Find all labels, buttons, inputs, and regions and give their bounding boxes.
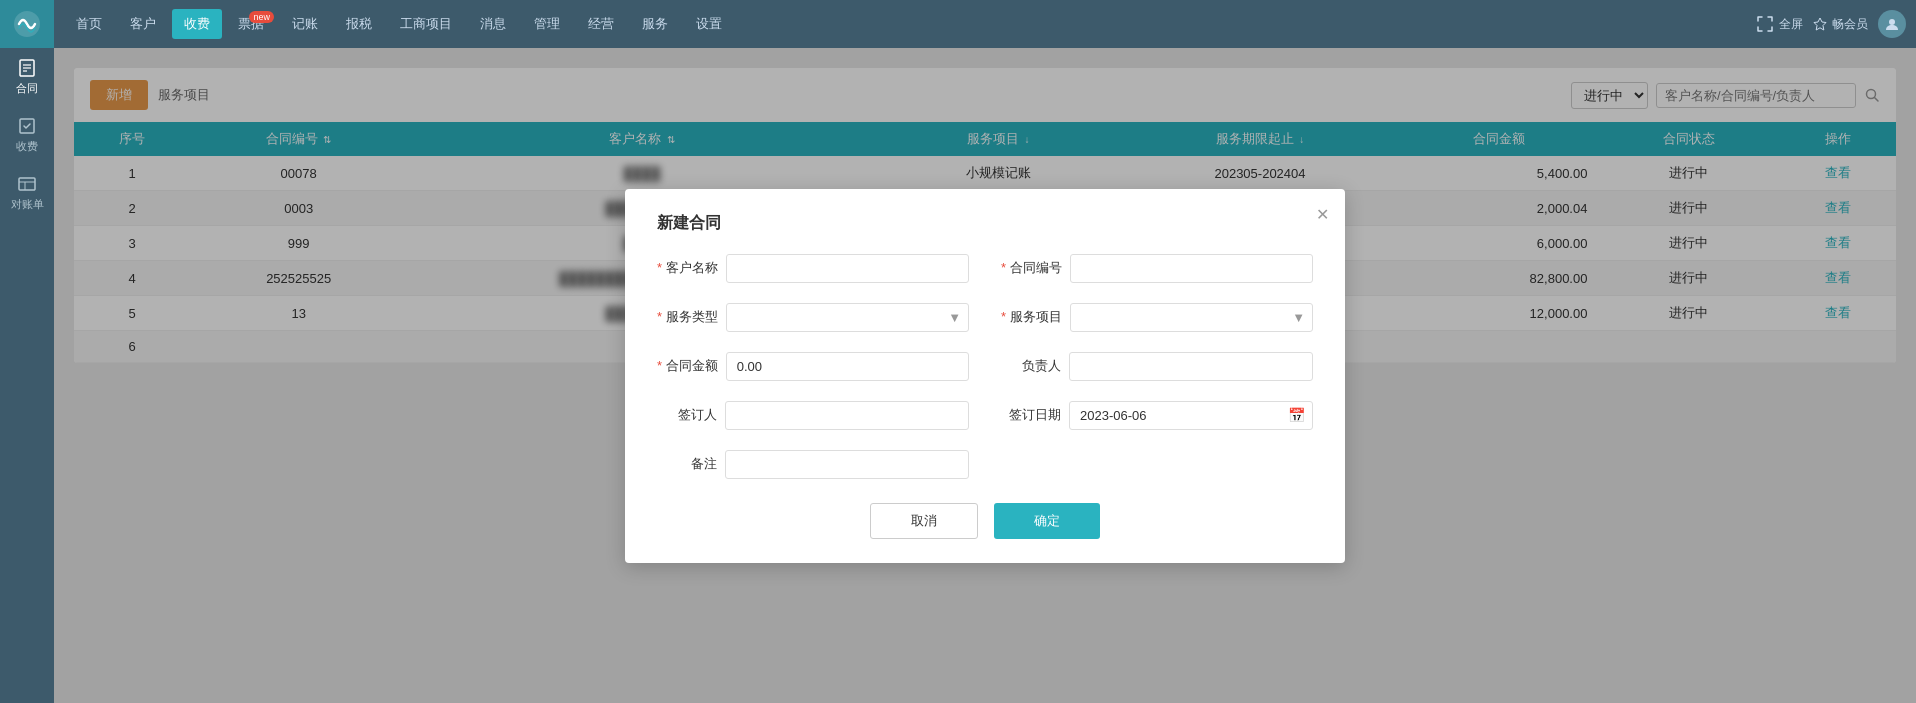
form-group-amount: 合同金额 bbox=[657, 352, 969, 381]
nav-customer[interactable]: 客户 bbox=[118, 9, 168, 39]
customer-label: 客户名称 bbox=[657, 259, 718, 277]
new-badge: new bbox=[249, 11, 274, 23]
modal-overlay: 新建合同 ✕ 客户名称 合同编号 服务类型 bbox=[54, 48, 1916, 703]
nav-business[interactable]: 工商项目 bbox=[388, 9, 464, 39]
service-type-select[interactable] bbox=[726, 303, 969, 332]
form-group-responsible: 负责人 bbox=[1001, 352, 1313, 381]
sign-date-label: 签订日期 bbox=[1001, 406, 1061, 424]
customer-input[interactable] bbox=[726, 254, 969, 283]
form-row-3: 合同金额 负责人 bbox=[657, 352, 1313, 381]
sign-date-input-wrap: 📅 bbox=[1069, 401, 1313, 430]
contract-amount-label: 合同金额 bbox=[657, 357, 718, 375]
nav-message[interactable]: 消息 bbox=[468, 9, 518, 39]
sidebar-item-statement[interactable]: 对账单 bbox=[0, 164, 54, 222]
form-group-signer: 签订人 bbox=[657, 401, 969, 430]
modal-title: 新建合同 bbox=[657, 213, 1313, 234]
app-logo[interactable] bbox=[0, 0, 54, 48]
sidebar-item-contract-label: 合同 bbox=[16, 81, 38, 96]
responsible-input[interactable] bbox=[1069, 352, 1313, 381]
fullscreen-btn[interactable]: 全屏 bbox=[1757, 16, 1802, 33]
form-row-5: 备注 bbox=[657, 450, 1313, 479]
sidebar-item-statement-label: 对账单 bbox=[11, 197, 44, 212]
cancel-button[interactable]: 取消 bbox=[870, 503, 978, 539]
nav-home[interactable]: 首页 bbox=[64, 9, 114, 39]
service-item-select[interactable] bbox=[1070, 303, 1313, 332]
contract-no-input[interactable] bbox=[1070, 254, 1313, 283]
main-area: 首页 客户 收费 票据 new 记账 报税 工商项目 消息 管理 经营 服务 设… bbox=[54, 0, 1916, 703]
svg-marker-9 bbox=[1814, 18, 1826, 30]
remark-label: 备注 bbox=[657, 455, 717, 473]
service-item-select-wrap: ▼ bbox=[1070, 303, 1313, 332]
nav-tax[interactable]: 报税 bbox=[334, 9, 384, 39]
nav-service[interactable]: 服务 bbox=[630, 9, 680, 39]
remark-input[interactable] bbox=[725, 450, 969, 479]
confirm-button[interactable]: 确定 bbox=[994, 503, 1100, 539]
new-contract-modal: 新建合同 ✕ 客户名称 合同编号 服务类型 bbox=[625, 189, 1345, 563]
sidebar: 合同 收费 对账单 bbox=[0, 0, 54, 703]
form-group-remark: 备注 bbox=[657, 450, 969, 479]
form-row-1: 客户名称 合同编号 bbox=[657, 254, 1313, 283]
form-group-contract-no: 合同编号 bbox=[1001, 254, 1313, 283]
contract-amount-input[interactable] bbox=[726, 352, 969, 381]
nav-billing[interactable]: 收费 bbox=[172, 9, 222, 39]
service-item-label: 服务项目 bbox=[1001, 308, 1062, 326]
nav-invoice[interactable]: 票据 new bbox=[226, 9, 276, 39]
sign-date-input[interactable] bbox=[1069, 401, 1313, 430]
form-group-sign-date: 签订日期 📅 bbox=[1001, 401, 1313, 430]
svg-rect-6 bbox=[19, 178, 35, 190]
signer-label: 签订人 bbox=[657, 406, 717, 424]
modal-close-button[interactable]: ✕ bbox=[1316, 205, 1329, 224]
form-group-service-type: 服务类型 ▼ bbox=[657, 303, 969, 332]
service-type-select-wrap: ▼ bbox=[726, 303, 969, 332]
nav-settings[interactable]: 设置 bbox=[684, 9, 734, 39]
form-group-customer: 客户名称 bbox=[657, 254, 969, 283]
user-avatar[interactable] bbox=[1878, 10, 1906, 38]
page-content: 新增 服务项目 进行中 已完成 全部 bbox=[54, 48, 1916, 703]
top-navigation: 首页 客户 收费 票据 new 记账 报税 工商项目 消息 管理 经营 服务 设… bbox=[54, 0, 1916, 48]
responsible-label: 负责人 bbox=[1001, 357, 1061, 375]
service-type-label: 服务类型 bbox=[657, 308, 718, 326]
nav-operate[interactable]: 经营 bbox=[576, 9, 626, 39]
nav-manage[interactable]: 管理 bbox=[522, 9, 572, 39]
member-btn[interactable]: 畅会员 bbox=[1813, 16, 1868, 33]
form-group-service-item: 服务项目 ▼ bbox=[1001, 303, 1313, 332]
modal-footer: 取消 确定 bbox=[657, 503, 1313, 539]
sidebar-item-billing[interactable]: 收费 bbox=[0, 106, 54, 164]
nav-bookkeep[interactable]: 记账 bbox=[280, 9, 330, 39]
sidebar-item-contract[interactable]: 合同 bbox=[0, 48, 54, 106]
form-row-2: 服务类型 ▼ 服务项目 bbox=[657, 303, 1313, 332]
contract-no-label: 合同编号 bbox=[1001, 259, 1062, 277]
topnav-right: 全屏 畅会员 bbox=[1757, 10, 1906, 38]
sidebar-item-billing-label: 收费 bbox=[16, 139, 38, 154]
signer-input[interactable] bbox=[725, 401, 969, 430]
svg-point-10 bbox=[1889, 19, 1895, 25]
form-row-4: 签订人 签订日期 📅 bbox=[657, 401, 1313, 430]
